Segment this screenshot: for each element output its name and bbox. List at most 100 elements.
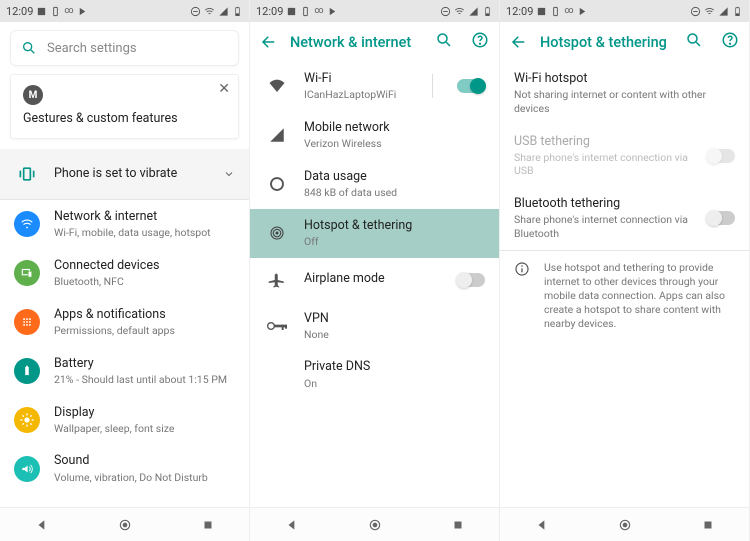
nav-home-icon[interactable] xyxy=(118,518,132,532)
search-button[interactable] xyxy=(685,31,703,53)
display-item[interactable]: DisplayWallpaper, sleep, font size xyxy=(0,396,249,445)
nav-recent-icon[interactable] xyxy=(701,518,715,532)
sound-item[interactable]: SoundVolume, vibration, Do Not Disturb xyxy=(0,444,249,493)
nav-home-icon[interactable] xyxy=(368,518,382,532)
nav-recent-icon[interactable] xyxy=(451,518,465,532)
network-internet-screen: 12:09 ∞ Network & internet Wi-FiICanHazL… xyxy=(250,0,500,541)
nav-bar xyxy=(500,507,749,541)
phone-icon xyxy=(550,6,561,17)
usb-tethering-item: USB tetheringShare phone's internet conn… xyxy=(500,125,749,188)
item-sub: Off xyxy=(304,235,485,249)
help-button[interactable] xyxy=(721,31,739,53)
item-title: VPN xyxy=(304,311,485,327)
item-title: Mobile network xyxy=(304,120,485,136)
search-button[interactable] xyxy=(435,31,453,53)
wifi-hotspot-item[interactable]: Wi-Fi hotspotNot sharing internet or con… xyxy=(500,62,749,125)
play-icon xyxy=(77,6,88,17)
network-internet-item[interactable]: Network & internetWi-Fi, mobile, data us… xyxy=(0,199,249,249)
nav-back-icon[interactable] xyxy=(535,518,549,532)
nav-recent-icon[interactable] xyxy=(201,518,215,532)
wifi-icon xyxy=(264,73,290,99)
hotspot-tethering-item[interactable]: Hotspot & tetheringOff xyxy=(250,209,499,258)
dnd-icon xyxy=(190,6,201,17)
airplane-toggle[interactable] xyxy=(457,273,485,287)
play-icon xyxy=(327,6,338,17)
wifi-toggle[interactable] xyxy=(457,79,485,93)
back-arrow-icon[interactable] xyxy=(260,33,278,51)
nav-back-icon[interactable] xyxy=(285,518,299,532)
data-usage-item[interactable]: Data usage848 kB of data used xyxy=(250,160,499,209)
vpn-item[interactable]: VPNNone xyxy=(250,302,499,351)
item-title: Airplane mode xyxy=(304,271,443,287)
page-title: Hotspot & tethering xyxy=(540,34,667,51)
wifi-icon xyxy=(14,211,40,237)
bluetooth-tethering-toggle[interactable] xyxy=(707,211,735,225)
back-arrow-icon[interactable] xyxy=(510,33,528,51)
blank-icon xyxy=(264,362,290,388)
phone-icon xyxy=(300,6,311,17)
mobile-network-item[interactable]: Mobile networkVerizon Wireless xyxy=(250,111,499,160)
phone-icon xyxy=(50,6,61,17)
wifi-status-icon xyxy=(454,6,465,17)
card-title: Gestures & custom features xyxy=(23,111,226,126)
nav-bar xyxy=(250,507,499,541)
search-settings[interactable]: Search settings xyxy=(10,30,239,66)
vibrate-icon xyxy=(14,161,40,187)
signal-icon xyxy=(468,6,479,17)
apps-notifications-item[interactable]: Apps & notificationsPermissions, default… xyxy=(0,298,249,347)
suggestion-card[interactable]: ✕ M Gestures & custom features xyxy=(10,74,239,139)
wifi-item[interactable]: Wi-FiICanHazLaptopWiFi xyxy=(250,62,499,111)
item-sub: Share phone's internet connection via US… xyxy=(514,151,693,178)
nav-back-icon[interactable] xyxy=(35,518,49,532)
item-title: Hotspot & tethering xyxy=(304,218,485,234)
item-title: Private DNS xyxy=(304,359,485,375)
help-button[interactable] xyxy=(471,31,489,53)
battery-icon xyxy=(232,6,243,17)
infinity-icon: ∞ xyxy=(314,6,323,16)
bluetooth-tethering-item[interactable]: Bluetooth tetheringShare phone's interne… xyxy=(500,187,749,250)
usb-tethering-toggle xyxy=(707,149,735,163)
settings-main-screen: 12:09 ∞ Search settings ✕ M Gestures & c… xyxy=(0,0,250,541)
item-title: Apps & notifications xyxy=(54,307,235,323)
item-title: Network & internet xyxy=(54,209,235,225)
nav-bar xyxy=(0,507,249,541)
info-text: Use hotspot and tethering to provide int… xyxy=(544,261,735,332)
nav-home-icon[interactable] xyxy=(618,518,632,532)
item-sub: Volume, vibration, Do Not Disturb xyxy=(54,471,235,485)
connected-devices-item[interactable]: Connected devicesBluetooth, NFC xyxy=(0,249,249,298)
infinity-icon: ∞ xyxy=(564,6,573,16)
info-box: Use hotspot and tethering to provide int… xyxy=(500,250,749,342)
item-title: Data usage xyxy=(304,169,485,185)
item-title: Wi-Fi xyxy=(304,71,414,87)
apps-icon xyxy=(14,309,40,335)
search-placeholder: Search settings xyxy=(47,41,137,56)
wifi-status-icon xyxy=(204,6,215,17)
status-time: 12:09 xyxy=(6,5,33,18)
motorola-icon: M xyxy=(23,85,43,105)
item-title: Display xyxy=(54,405,235,421)
vibrate-title: Phone is set to vibrate xyxy=(54,166,209,182)
vibrate-mode-row[interactable]: Phone is set to vibrate xyxy=(0,149,249,199)
battery-icon xyxy=(482,6,493,17)
sound-icon xyxy=(14,456,40,482)
item-sub: 21% - Should last until about 1:15 PM xyxy=(54,373,235,387)
play-icon xyxy=(577,6,588,17)
item-sub: None xyxy=(304,328,485,342)
item-sub: Wi-Fi, mobile, data usage, hotspot xyxy=(54,226,235,240)
close-icon[interactable]: ✕ xyxy=(218,81,230,97)
item-title: Battery xyxy=(54,356,235,372)
battery-item[interactable]: Battery21% - Should last until about 1:1… xyxy=(0,347,249,396)
battery-circle-icon xyxy=(14,358,40,384)
item-sub: Share phone's internet connection via Bl… xyxy=(514,213,693,240)
item-sub: 848 kB of data used xyxy=(304,186,485,200)
search-icon xyxy=(21,40,37,56)
airplane-mode-item[interactable]: Airplane mode xyxy=(250,258,499,302)
item-title: Bluetooth tethering xyxy=(514,196,693,212)
vpn-icon xyxy=(264,313,290,339)
hotspot-icon xyxy=(264,220,290,246)
status-bar: 12:09 ∞ xyxy=(0,0,249,22)
data-usage-icon xyxy=(264,171,290,197)
info-icon xyxy=(514,261,530,277)
display-icon xyxy=(14,407,40,433)
private-dns-item[interactable]: Private DNSOn xyxy=(250,350,499,399)
